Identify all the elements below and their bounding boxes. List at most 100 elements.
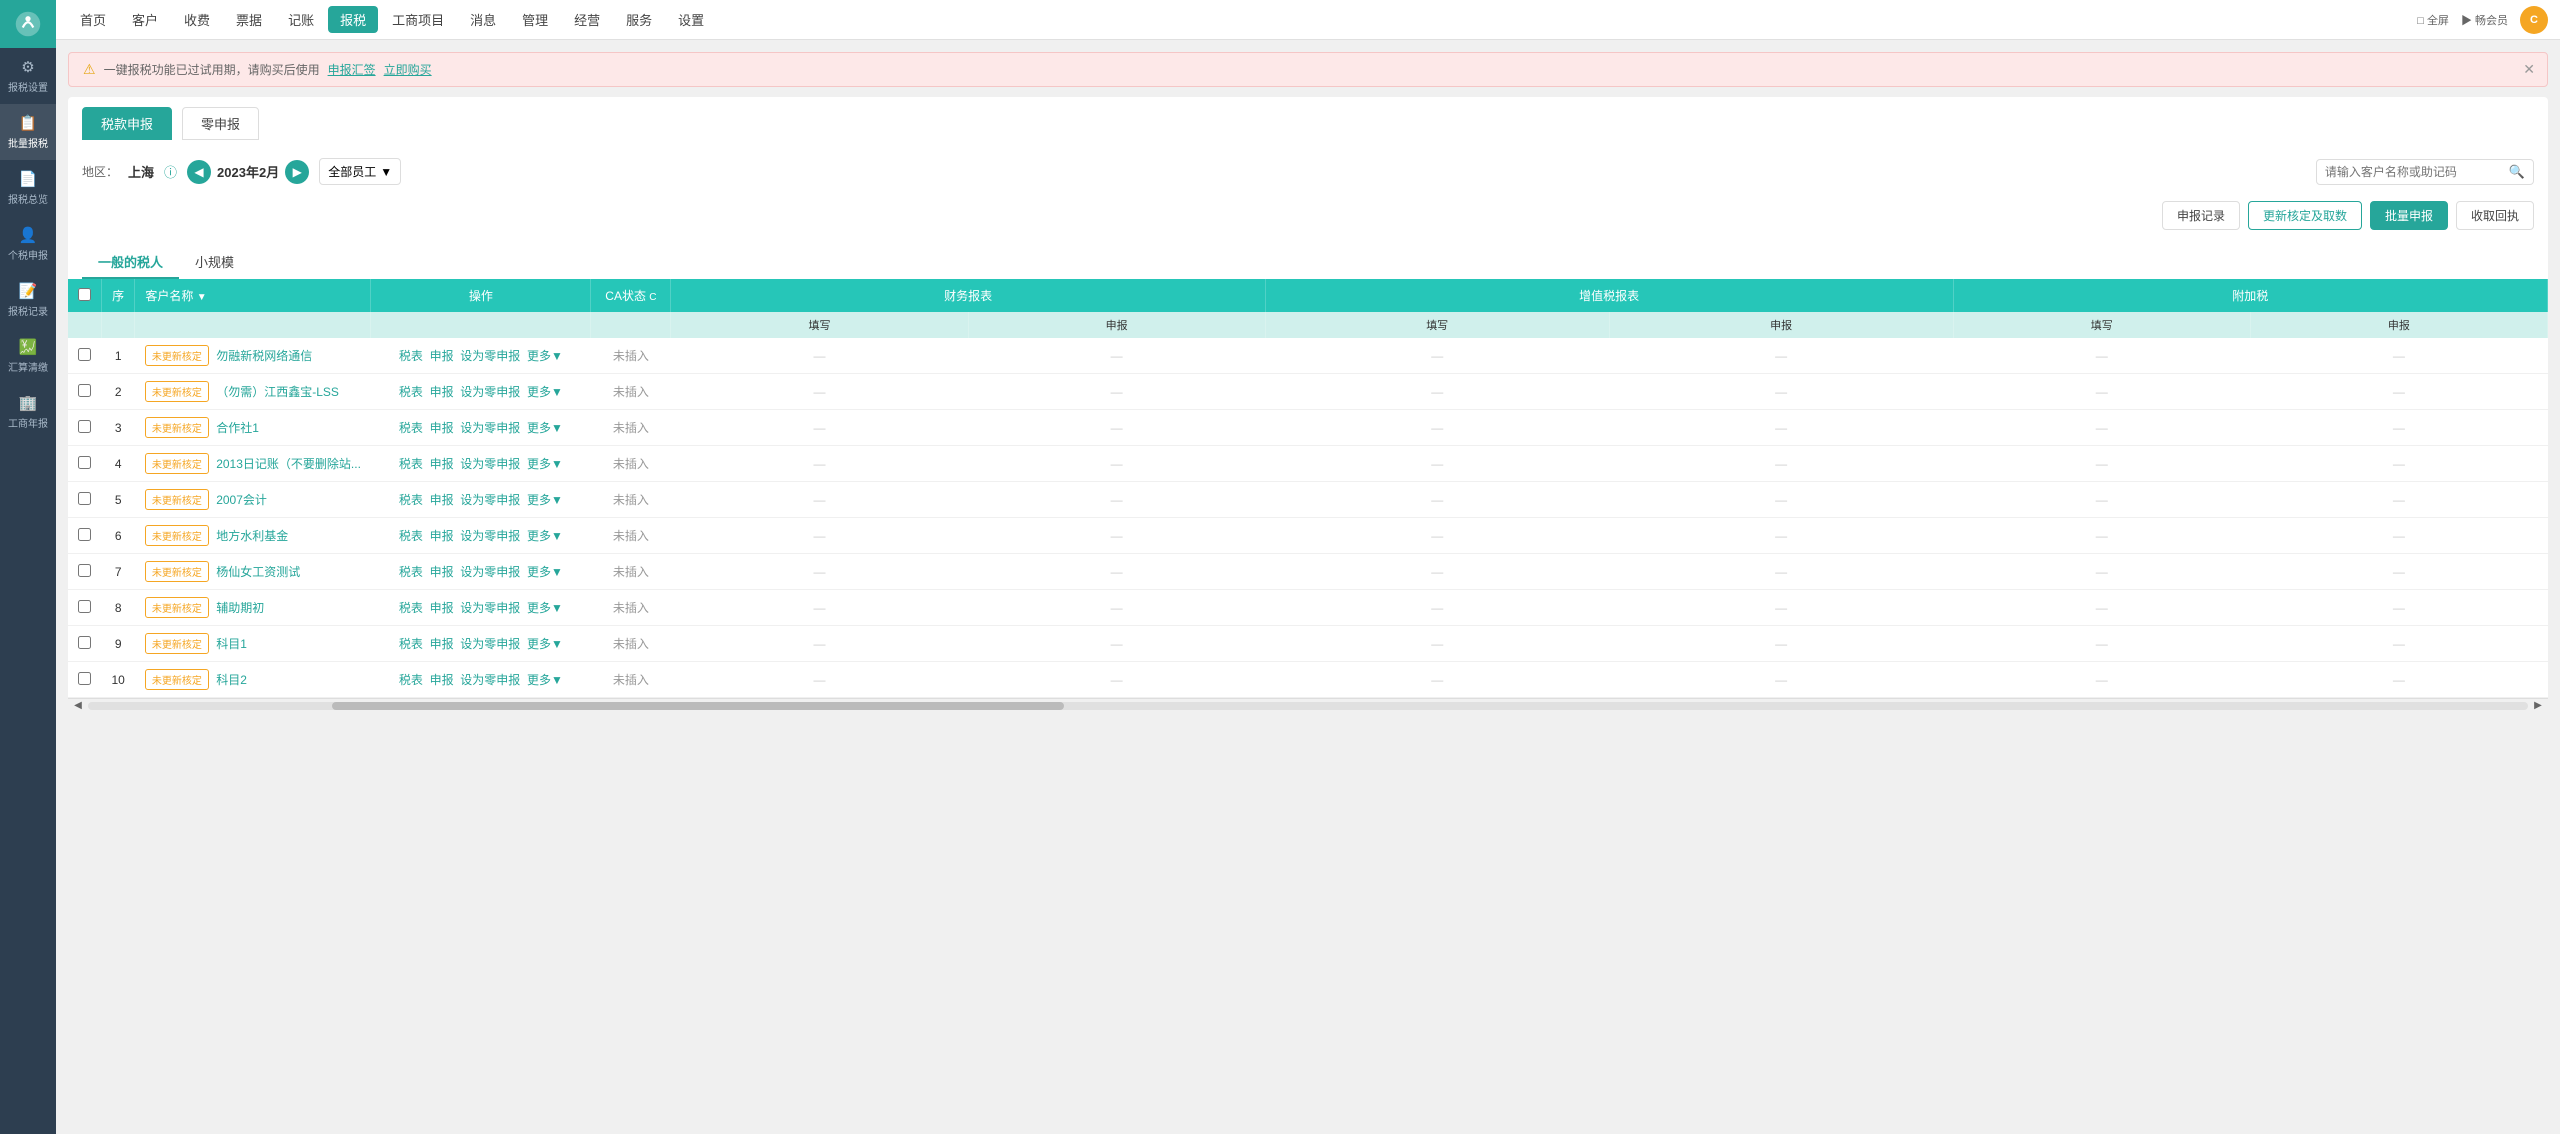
op-zero-5[interactable]: 设为零申报 [460, 529, 520, 543]
sidebar-item-annual-report[interactable]: 🏢 工商年报 [0, 384, 56, 440]
sub-tab-small[interactable]: 小规模 [179, 246, 250, 279]
member-btn[interactable]: ▶ 畅会员 [2461, 12, 2508, 28]
row-select-9[interactable] [78, 672, 91, 685]
date-prev-button[interactable]: ◀ [187, 160, 211, 184]
op-zero-4[interactable]: 设为零申报 [460, 493, 520, 507]
row-select-8[interactable] [78, 636, 91, 649]
row-checkbox-3[interactable] [68, 446, 102, 482]
client-name-4[interactable]: 2007会计 [216, 493, 267, 507]
op-tax-8[interactable]: 税表 [399, 637, 423, 651]
search-input[interactable] [2325, 165, 2505, 179]
op-more-1[interactable]: 更多▼ [527, 385, 563, 399]
op-zero-8[interactable]: 设为零申报 [460, 637, 520, 651]
withdraw-button[interactable]: 收取回执 [2456, 201, 2534, 230]
op-declare-8[interactable]: 申报 [430, 637, 454, 651]
scroll-track[interactable] [88, 702, 2528, 710]
op-declare-1[interactable]: 申报 [430, 385, 454, 399]
op-tax-5[interactable]: 税表 [399, 529, 423, 543]
tab-tax-declare[interactable]: 税款申报 [82, 107, 172, 140]
client-name-1[interactable]: （勿需）江西鑫宝-LSS [216, 385, 339, 399]
op-more-4[interactable]: 更多▼ [527, 493, 563, 507]
nav-message[interactable]: 消息 [458, 6, 508, 33]
op-tax-9[interactable]: 税表 [399, 673, 423, 687]
nav-client[interactable]: 客户 [120, 6, 170, 33]
nav-commerce[interactable]: 工商项目 [380, 6, 456, 33]
op-zero-3[interactable]: 设为零申报 [460, 457, 520, 471]
row-checkbox-1[interactable] [68, 374, 102, 410]
row-checkbox-4[interactable] [68, 482, 102, 518]
op-tax-3[interactable]: 税表 [399, 457, 423, 471]
nav-fee[interactable]: 收费 [172, 6, 222, 33]
op-declare-2[interactable]: 申报 [430, 421, 454, 435]
user-avatar[interactable]: C [2520, 6, 2548, 34]
op-declare-6[interactable]: 申报 [430, 565, 454, 579]
select-all-checkbox[interactable] [78, 288, 91, 301]
notice-link-buy[interactable]: 立即购买 [384, 61, 432, 78]
client-name-3[interactable]: 2013日记账（不要删除站... [216, 457, 361, 471]
region-info-icon[interactable]: ⓘ [164, 162, 177, 181]
sidebar-item-tax-overview[interactable]: 📄 报税总览 [0, 160, 56, 216]
op-declare-5[interactable]: 申报 [430, 529, 454, 543]
op-more-0[interactable]: 更多▼ [527, 349, 563, 363]
row-select-3[interactable] [78, 456, 91, 469]
row-checkbox-2[interactable] [68, 410, 102, 446]
nav-account[interactable]: 记账 [276, 6, 326, 33]
date-next-button[interactable]: ▶ [285, 160, 309, 184]
op-tax-4[interactable]: 税表 [399, 493, 423, 507]
row-checkbox-6[interactable] [68, 554, 102, 590]
declare-record-button[interactable]: 申报记录 [2162, 201, 2240, 230]
fullscreen-btn[interactable]: □ 全屏 [2417, 12, 2449, 28]
scroll-right-arrow[interactable]: ▶ [2528, 699, 2548, 713]
search-icon[interactable]: 🔍 [2509, 164, 2525, 180]
row-select-5[interactable] [78, 528, 91, 541]
row-select-6[interactable] [78, 564, 91, 577]
nav-service[interactable]: 服务 [614, 6, 664, 33]
op-zero-7[interactable]: 设为零申报 [460, 601, 520, 615]
op-zero-0[interactable]: 设为零申报 [460, 349, 520, 363]
scroll-left-arrow[interactable]: ◀ [68, 699, 88, 713]
row-checkbox-7[interactable] [68, 590, 102, 626]
row-checkbox-0[interactable] [68, 338, 102, 374]
op-tax-7[interactable]: 税表 [399, 601, 423, 615]
row-checkbox-5[interactable] [68, 518, 102, 554]
sidebar-item-tax-settings[interactable]: ⚙ 报税设置 [0, 48, 56, 104]
update-confirm-button[interactable]: 更新核定及取数 [2248, 201, 2362, 230]
sort-icon[interactable]: ▼ [197, 292, 207, 303]
row-checkbox-8[interactable] [68, 626, 102, 662]
employee-dropdown[interactable]: 全部员工 ▼ [319, 158, 401, 185]
nav-home[interactable]: 首页 [68, 6, 118, 33]
sub-tab-general[interactable]: 一般的税人 [82, 246, 179, 279]
op-declare-9[interactable]: 申报 [430, 673, 454, 687]
op-more-5[interactable]: 更多▼ [527, 529, 563, 543]
row-select-2[interactable] [78, 420, 91, 433]
client-name-7[interactable]: 辅助期初 [216, 601, 264, 615]
op-tax-0[interactable]: 税表 [399, 349, 423, 363]
op-zero-6[interactable]: 设为零申报 [460, 565, 520, 579]
notice-close-button[interactable]: ✕ [2523, 61, 2535, 78]
client-name-2[interactable]: 合作社1 [216, 421, 259, 435]
op-zero-2[interactable]: 设为零申报 [460, 421, 520, 435]
op-tax-1[interactable]: 税表 [399, 385, 423, 399]
row-checkbox-9[interactable] [68, 662, 102, 698]
client-name-9[interactable]: 科目2 [216, 673, 247, 687]
op-zero-1[interactable]: 设为零申报 [460, 385, 520, 399]
sidebar-item-annual-settlement[interactable]: 💹 汇算清缴 [0, 328, 56, 384]
scroll-thumb[interactable] [332, 702, 1064, 710]
app-logo[interactable] [0, 0, 56, 48]
client-name-5[interactable]: 地方水利基金 [216, 529, 288, 543]
batch-declare-button[interactable]: 批量申报 [2370, 201, 2448, 230]
op-more-8[interactable]: 更多▼ [527, 637, 563, 651]
nav-operation[interactable]: 经营 [562, 6, 612, 33]
notice-link-declare[interactable]: 申报汇签 [328, 61, 376, 78]
op-tax-2[interactable]: 税表 [399, 421, 423, 435]
nav-tax[interactable]: 报税 [328, 6, 378, 33]
op-declare-4[interactable]: 申报 [430, 493, 454, 507]
op-declare-0[interactable]: 申报 [430, 349, 454, 363]
op-more-3[interactable]: 更多▼ [527, 457, 563, 471]
op-zero-9[interactable]: 设为零申报 [460, 673, 520, 687]
op-declare-3[interactable]: 申报 [430, 457, 454, 471]
client-name-6[interactable]: 杨仙女工资测试 [216, 565, 300, 579]
nav-settings[interactable]: 设置 [666, 6, 716, 33]
sidebar-item-tax-record[interactable]: 📝 报税记录 [0, 272, 56, 328]
client-name-0[interactable]: 勿融新税网络通信 [216, 349, 312, 363]
